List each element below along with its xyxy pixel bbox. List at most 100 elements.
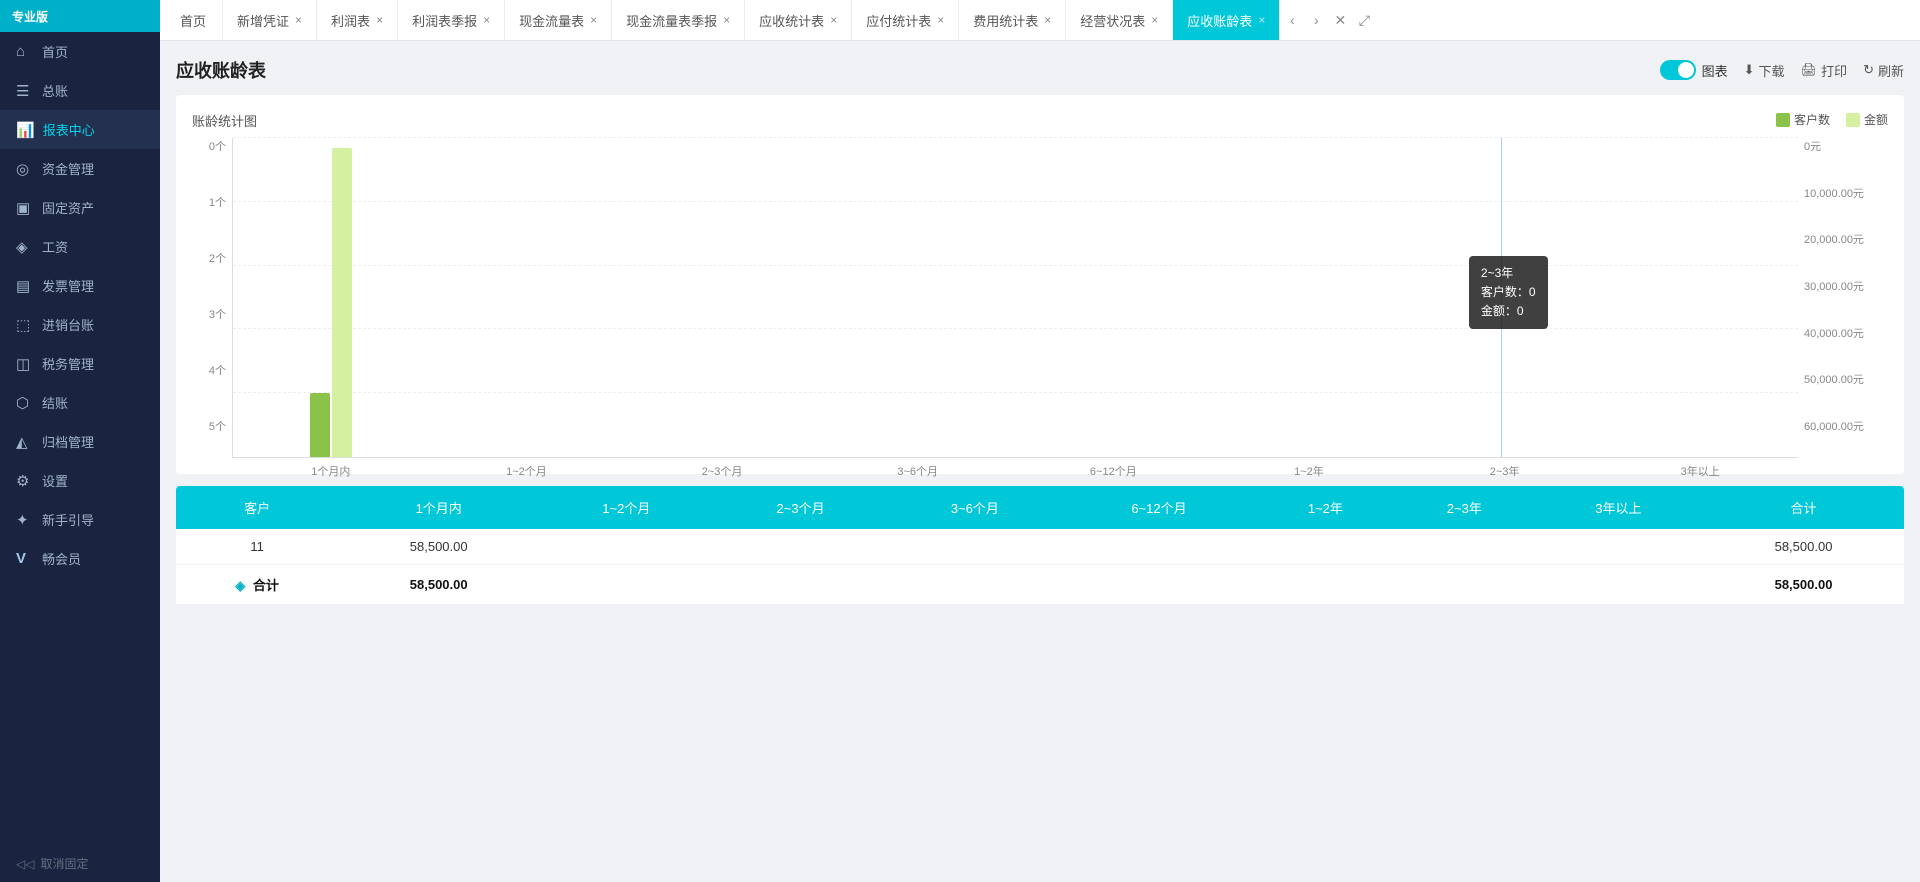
cell-1-2month — [539, 529, 713, 565]
tab-cashflow[interactable]: 现金流量表 × — [505, 0, 612, 40]
tab-close-icon[interactable]: × — [1044, 13, 1051, 27]
y-axis-right: 60,000.00元 50,000.00元 40,000.00元 30,000.… — [1798, 138, 1888, 458]
total-3year-plus — [1534, 565, 1703, 605]
tab-next-button[interactable]: › — [1304, 0, 1328, 40]
tab-label: 现金流量表季报 — [626, 11, 717, 30]
sidebar-item-label: 进销台账 — [42, 315, 94, 334]
col-1-2year: 1~2年 — [1256, 486, 1395, 529]
download-icon: ⬇ — [1744, 62, 1755, 78]
total-6-12month — [1062, 565, 1256, 605]
refresh-button[interactable]: ↻ 刷新 — [1863, 61, 1904, 80]
salary-icon: ◈ — [16, 238, 34, 256]
sidebar-item-invoice[interactable]: ▤ 发票管理 — [0, 266, 160, 305]
download-button[interactable]: ⬇ 下载 — [1744, 61, 1785, 80]
home-tab-label: 首页 — [180, 11, 206, 30]
tab-close-icon[interactable]: × — [723, 13, 730, 27]
bar-group-2 — [624, 138, 820, 457]
sidebar-item-tax[interactable]: ◫ 税务管理 — [0, 344, 160, 383]
sidebar-item-label: 结账 — [42, 393, 68, 412]
tab-label: 新增凭证 — [237, 11, 289, 30]
print-button[interactable]: 🖨 打印 — [1801, 61, 1848, 80]
sidebar-item-home[interactable]: ⌂ 首页 — [0, 32, 160, 71]
sidebar-item-label: 总账 — [42, 81, 68, 100]
total-3-6month — [888, 565, 1062, 605]
tab-label: 经营状况表 — [1080, 11, 1145, 30]
bar-amount — [332, 148, 352, 457]
sidebar-item-funds[interactable]: ◎ 资金管理 — [0, 149, 160, 188]
total-1-2year — [1256, 565, 1395, 605]
sidebar-item-label: 资金管理 — [42, 159, 94, 178]
total-1-2month — [539, 565, 713, 605]
sidebar-item-label: 设置 — [42, 471, 68, 490]
tab-close-icon[interactable]: × — [1151, 13, 1158, 27]
sidebar-item-label: 归档管理 — [42, 432, 94, 451]
tab-label: 利润表季报 — [412, 11, 477, 30]
tab-close-icon[interactable]: × — [483, 13, 490, 27]
cell-2-3year — [1395, 529, 1534, 565]
y-right-label: 30,000.00元 — [1804, 278, 1864, 294]
tab-maximize-button[interactable]: ⤢ — [1352, 0, 1376, 40]
tab-aging[interactable]: 应收账龄表 × — [1173, 0, 1280, 40]
download-label: 下载 — [1759, 61, 1785, 80]
col-customer: 客户 — [176, 486, 338, 529]
y-left-label: 1个 — [209, 194, 226, 210]
bars-area — [233, 138, 1798, 457]
vip-icon: V — [16, 550, 34, 567]
tab-label: 现金流量表 — [519, 11, 584, 30]
total-total: 58,500.00 — [1703, 565, 1904, 605]
sidebar-item-salary[interactable]: ◈ 工资 — [0, 227, 160, 266]
tab-home[interactable]: 首页 — [164, 0, 223, 40]
tab-label: 费用统计表 — [973, 11, 1038, 30]
tab-label: 利润表 — [331, 11, 370, 30]
tab-payable-stat[interactable]: 应付统计表 × — [852, 0, 959, 40]
chart-toggle[interactable] — [1660, 60, 1696, 80]
unpin-icon: ◁◁ — [16, 857, 34, 871]
tab-receivable-stat[interactable]: 应收统计表 × — [745, 0, 852, 40]
bar-group-6 — [1407, 138, 1603, 457]
tab-bar: 首页 新增凭证 × 利润表 × 利润表季报 × 现金流量表 × 现金流量表季报 … — [160, 0, 1920, 41]
col-total: 合计 — [1703, 486, 1904, 529]
tab-cashflow-quarter[interactable]: 现金流量表季报 × — [612, 0, 745, 40]
app-logo: 专业版 — [0, 0, 160, 32]
tab-expense-stat[interactable]: 费用统计表 × — [959, 0, 1066, 40]
assets-icon: ▣ — [16, 199, 34, 217]
y-left-label: 2个 — [209, 250, 226, 266]
print-icon: 🖨 — [1801, 62, 1818, 78]
tab-prev-button[interactable]: ‹ — [1280, 0, 1304, 40]
tab-close-all-button[interactable]: ✕ — [1328, 0, 1352, 40]
tab-close-icon[interactable]: × — [1258, 13, 1265, 27]
table-header-row: 客户 1个月内 1~2个月 2~3个月 3~6个月 6~12个月 1~2年 2~… — [176, 486, 1904, 529]
tab-operation[interactable]: 经营状况表 × — [1066, 0, 1173, 40]
tab-close-icon[interactable]: × — [937, 13, 944, 27]
sidebar-item-ledger[interactable]: ☰ 总账 — [0, 71, 160, 110]
tab-profit-quarter[interactable]: 利润表季报 × — [398, 0, 505, 40]
sidebar-item-archive[interactable]: ◭ 归档管理 — [0, 422, 160, 461]
sidebar-item-vip[interactable]: V 畅会员 — [0, 539, 160, 578]
ledger-icon: ☰ — [16, 82, 34, 100]
tab-close-icon[interactable]: × — [376, 13, 383, 27]
y-right-label: 50,000.00元 — [1804, 371, 1864, 387]
tax-icon: ◫ — [16, 355, 34, 373]
x-label-7: 3年以上 — [1602, 463, 1798, 479]
purchase-icon: ⬚ — [16, 316, 34, 334]
tab-close-icon[interactable]: × — [590, 13, 597, 27]
cell-2-3month — [713, 529, 887, 565]
sidebar-item-reports[interactable]: 📊 报表中心 — [0, 110, 160, 149]
sidebar-item-purchase[interactable]: ⬚ 进销台账 — [0, 305, 160, 344]
sidebar-item-guide[interactable]: ✦ 新手引导 — [0, 500, 160, 539]
sidebar-item-closing[interactable]: ⬡ 结账 — [0, 383, 160, 422]
tab-close-icon[interactable]: × — [295, 13, 302, 27]
tab-close-icon[interactable]: × — [830, 13, 837, 27]
unpin-button[interactable]: ◁◁ 取消固定 — [0, 845, 160, 882]
header-actions: 图表 ⬇ 下载 🖨 打印 ↻ 刷新 — [1660, 60, 1904, 80]
y-right-label: 0元 — [1804, 138, 1821, 154]
total-1month: 58,500.00 — [338, 565, 539, 605]
bar-group-0 — [233, 138, 429, 457]
sidebar-item-settings[interactable]: ⚙ 设置 — [0, 461, 160, 500]
sidebar-item-assets[interactable]: ▣ 固定资产 — [0, 188, 160, 227]
bar-group-1 — [429, 138, 625, 457]
tab-profit[interactable]: 利润表 × — [317, 0, 398, 40]
x-label-5: 1~2年 — [1211, 463, 1407, 479]
tab-voucher[interactable]: 新增凭证 × — [223, 0, 317, 40]
chart-legend: 客户数 金额 — [1776, 111, 1888, 128]
